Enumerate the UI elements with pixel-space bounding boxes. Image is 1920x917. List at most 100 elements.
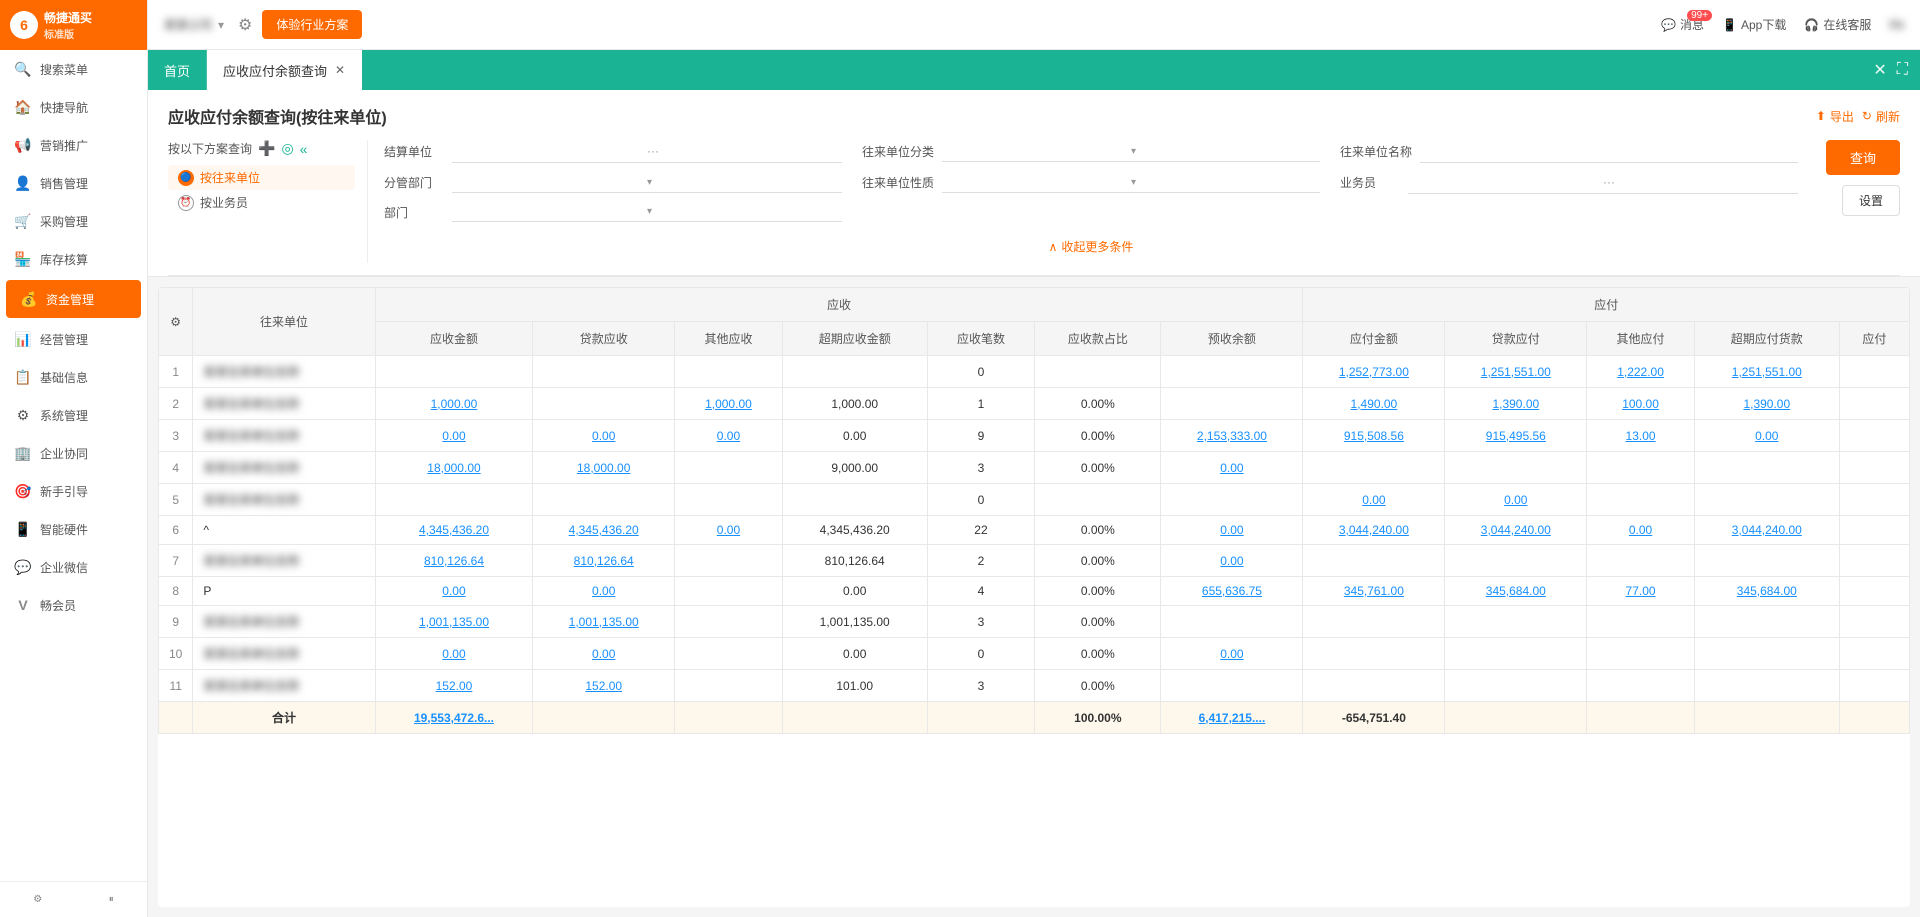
online-service-btn[interactable]: 🎧 在线客服	[1804, 16, 1871, 33]
table-cell[interactable]: 1,390.00	[1694, 388, 1839, 420]
table-cell[interactable]: 4,345,436.20	[533, 516, 675, 545]
sidebar-settings-btn[interactable]: ⚙	[25, 890, 50, 909]
dept-head-select[interactable]: ▾	[452, 173, 842, 193]
sidebar-item-sales[interactable]: 👤 销售管理	[0, 164, 147, 202]
sidebar-item-finance[interactable]: 💰 资金管理	[6, 280, 141, 318]
col-settings-icon[interactable]: ⚙	[170, 315, 181, 329]
table-cell[interactable]: 1,252,773.00	[1303, 356, 1445, 388]
footer-prepaid[interactable]: 6,417,215....	[1161, 702, 1303, 734]
sidebar-item-operations[interactable]: 📊 经营管理	[0, 320, 147, 358]
sidebar-item-marketing[interactable]: 📢 营销推广	[0, 126, 147, 164]
table-cell[interactable]: 1,222.00	[1587, 356, 1695, 388]
tab-home[interactable]: 首页	[148, 50, 207, 90]
table-cell[interactable]: 0.00	[375, 577, 533, 606]
company-selector[interactable]: 某某公司 ▾	[164, 16, 224, 33]
table-cell[interactable]: 810,126.64	[375, 545, 533, 577]
topbar-gear-icon[interactable]: ⚙	[238, 15, 252, 35]
sidebar-item-smarthw[interactable]: 📱 智能硬件	[0, 510, 147, 548]
set-button[interactable]: 设置	[1842, 185, 1900, 216]
tab-maximize-icon[interactable]: ⛶	[1897, 61, 1908, 79]
sidebar-item-purchase[interactable]: 🛒 采购管理	[0, 202, 147, 240]
table-cell[interactable]: 100.00	[1587, 388, 1695, 420]
tab-ar-ap-query[interactable]: 应收应付余额查询 ✕	[207, 50, 362, 90]
notifications-btn[interactable]: 💬 消息 99+	[1661, 16, 1704, 33]
table-cell[interactable]: 1,490.00	[1303, 388, 1445, 420]
table-cell[interactable]: 0.00	[1161, 545, 1303, 577]
salesman-dots-icon[interactable]: ···	[1603, 175, 1798, 189]
table-area[interactable]: ⚙ 往来单位 应收 应付 应收金额 贷款应收 其他应收 超期应收金额 应收笔数 …	[158, 287, 1910, 907]
filter-more-btn[interactable]: ∧ 收起更多条件	[1041, 230, 1142, 263]
partner-nature-select[interactable]: ▾	[942, 173, 1320, 193]
table-cell[interactable]: 1,001,135.00	[533, 606, 675, 638]
table-cell[interactable]: 0.00	[1587, 516, 1695, 545]
table-cell[interactable]: 0.00	[533, 420, 675, 452]
table-cell[interactable]: 1,390.00	[1445, 388, 1587, 420]
tab-close-icon[interactable]: ✕	[335, 63, 345, 77]
table-cell[interactable]: 345,684.00	[1694, 577, 1839, 606]
settlement-unit-input[interactable]: ···	[452, 140, 842, 163]
table-settings-header[interactable]: ⚙	[159, 288, 193, 356]
table-cell[interactable]: 3,044,240.00	[1694, 516, 1839, 545]
department-select[interactable]: ▾	[452, 202, 842, 222]
solution-button[interactable]: 体验行业方案	[262, 10, 362, 39]
table-cell[interactable]: 3,044,240.00	[1303, 516, 1445, 545]
sidebar-item-basic-info[interactable]: 📋 基础信息	[0, 358, 147, 396]
table-cell[interactable]: 0.00	[1161, 638, 1303, 670]
table-cell[interactable]: 152.00	[533, 670, 675, 702]
table-cell[interactable]: 0.00	[1161, 516, 1303, 545]
table-cell[interactable]: 1,001,135.00	[375, 606, 533, 638]
table-cell[interactable]: 0.00	[675, 516, 783, 545]
tab-close-window-icon[interactable]: ✕	[1873, 60, 1886, 80]
table-cell[interactable]: 1,000.00	[375, 388, 533, 420]
table-cell[interactable]: 810,126.64	[533, 545, 675, 577]
filter-option-by-partner[interactable]: 🔵 按往来单位	[168, 165, 355, 190]
table-cell[interactable]: 655,636.75	[1161, 577, 1303, 606]
left-arrow-icon[interactable]: «	[300, 141, 308, 157]
table-cell[interactable]: 3,044,240.00	[1445, 516, 1587, 545]
table-cell[interactable]: 0.00	[375, 420, 533, 452]
table-cell[interactable]: 77.00	[1587, 577, 1695, 606]
app-download-btn[interactable]: 📱 App下载	[1722, 16, 1786, 33]
table-cell[interactable]: 0.00	[375, 638, 533, 670]
sidebar-item-system[interactable]: ⚙ 系统管理	[0, 396, 147, 434]
sidebar-item-search[interactable]: 🔍 搜索菜单	[0, 50, 147, 88]
refresh-button[interactable]: ↻ 刷新	[1862, 108, 1900, 125]
table-cell[interactable]: 0.00	[533, 638, 675, 670]
table-cell[interactable]: 0.00	[1694, 420, 1839, 452]
table-cell[interactable]: 915,495.56	[1445, 420, 1587, 452]
sidebar-item-inventory[interactable]: 🏪 库存核算	[0, 240, 147, 278]
user-name[interactable]: Rit	[1889, 18, 1904, 32]
table-cell[interactable]: 0.00	[675, 420, 783, 452]
table-cell[interactable]: 152.00	[375, 670, 533, 702]
table-cell[interactable]: 1,251,551.00	[1445, 356, 1587, 388]
sidebar-item-newcomer[interactable]: 🎯 新手引导	[0, 472, 147, 510]
salesman-input[interactable]: ···	[1408, 171, 1798, 194]
table-cell[interactable]: 345,761.00	[1303, 577, 1445, 606]
table-cell[interactable]: 1,000.00	[675, 388, 783, 420]
sidebar-item-member[interactable]: V 畅会员	[0, 586, 147, 624]
query-button[interactable]: 查询	[1826, 140, 1900, 175]
table-cell[interactable]: 0.00	[1303, 484, 1445, 516]
sidebar-item-wechat[interactable]: 💬 企业微信	[0, 548, 147, 586]
filter-option-by-salesman[interactable]: ⏰ 按业务员	[168, 190, 355, 215]
table-cell[interactable]: 2,153,333.00	[1161, 420, 1303, 452]
sidebar-collapse-btn[interactable]: ⏸	[101, 890, 122, 909]
table-cell[interactable]: 0.00	[533, 577, 675, 606]
table-cell[interactable]: 0.00	[1161, 452, 1303, 484]
table-cell[interactable]: 345,684.00	[1445, 577, 1587, 606]
sidebar-item-quicknav[interactable]: 🏠 快捷导航	[0, 88, 147, 126]
table-cell[interactable]: 0.00	[1445, 484, 1587, 516]
table-cell[interactable]: 18,000.00	[375, 452, 533, 484]
partner-category-select[interactable]: ▾	[942, 142, 1320, 162]
table-cell[interactable]: 1,251,551.00	[1694, 356, 1839, 388]
partner-name-input[interactable]	[1420, 140, 1798, 163]
add-scheme-icon[interactable]: ➕	[258, 140, 275, 157]
table-cell[interactable]: 13.00	[1587, 420, 1695, 452]
settlement-unit-dots-icon[interactable]: ···	[647, 144, 842, 158]
sidebar-item-enterprise[interactable]: 🏢 企业协同	[0, 434, 147, 472]
table-cell[interactable]: 18,000.00	[533, 452, 675, 484]
table-cell[interactable]: 915,508.56	[1303, 420, 1445, 452]
target-icon[interactable]: ◎	[281, 140, 293, 157]
footer-ar-amount[interactable]: 19,553,472.6...	[375, 702, 533, 734]
export-button[interactable]: ⬆ 导出	[1816, 108, 1854, 125]
